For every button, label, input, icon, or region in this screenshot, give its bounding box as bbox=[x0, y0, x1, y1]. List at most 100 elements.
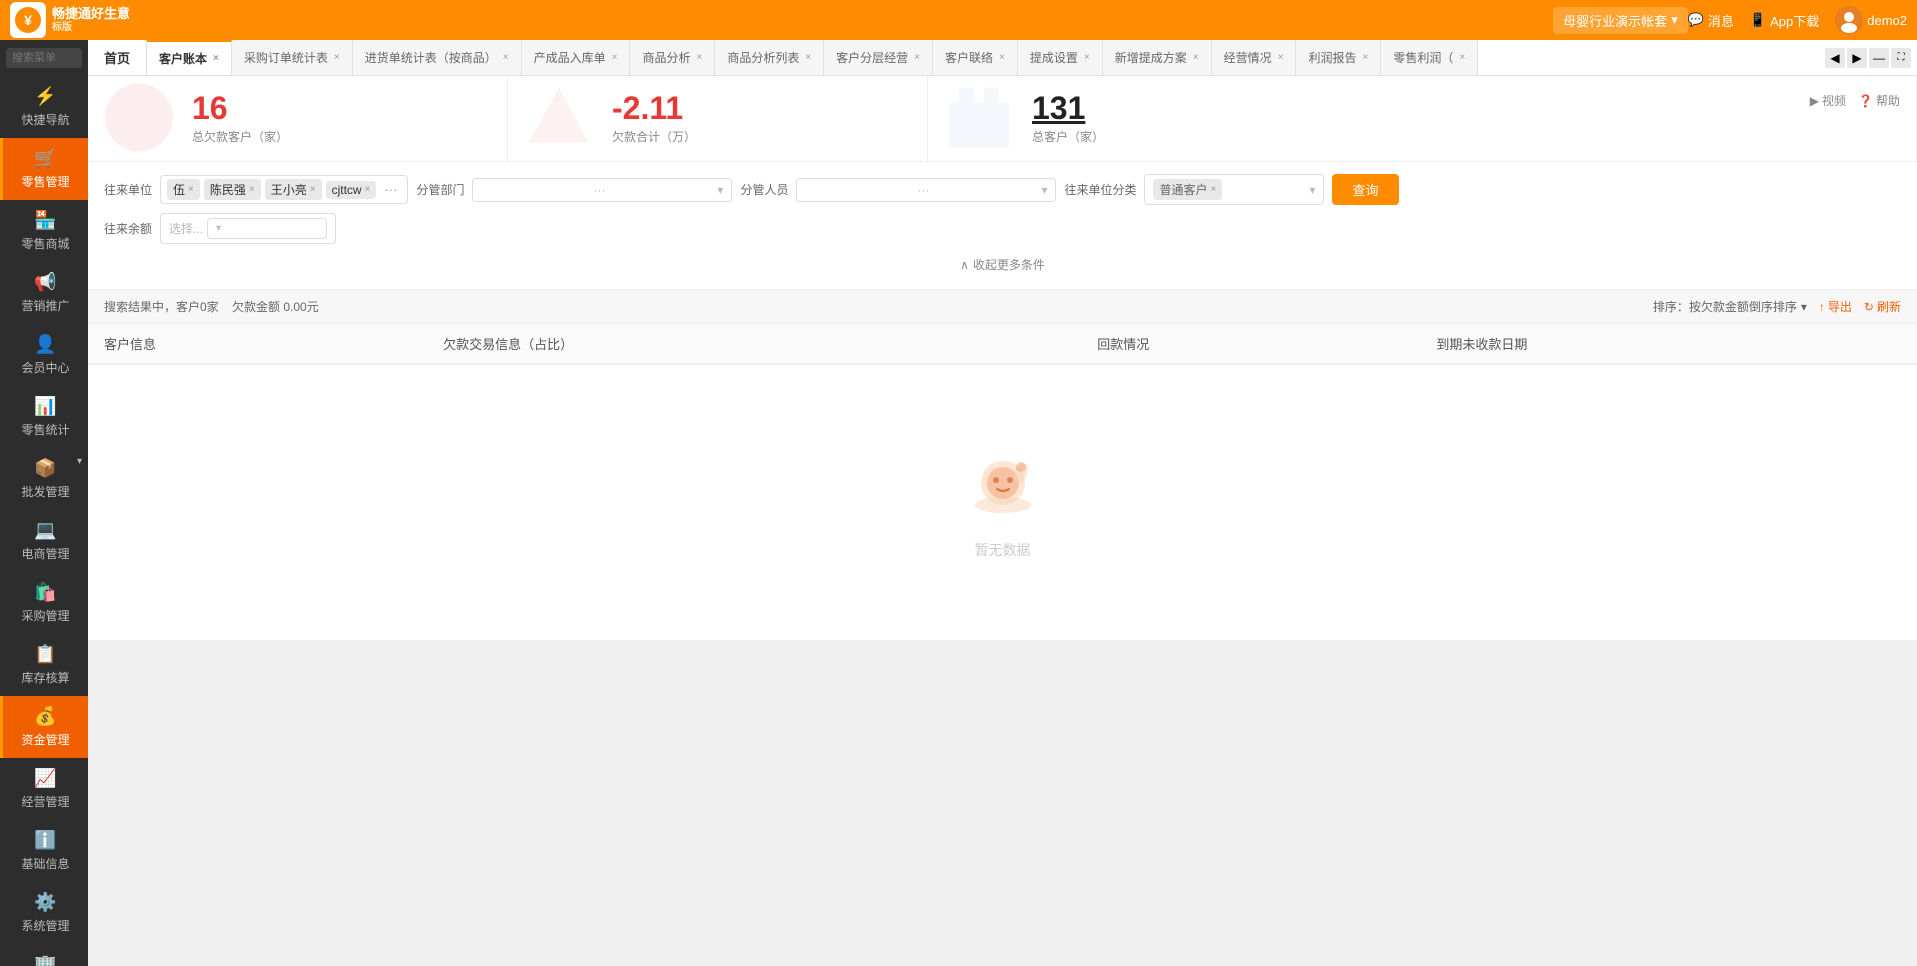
tab-6[interactable]: 客户分层经营 × bbox=[824, 40, 933, 76]
sidebar-item-retailstat[interactable]: 📊 零售统计 bbox=[0, 386, 88, 448]
tab-next-btn[interactable]: ▶ bbox=[1847, 48, 1867, 68]
sidebar-label-inventory: 库存核算 bbox=[21, 669, 69, 686]
tab-5-label: 商品分析列表 bbox=[727, 49, 799, 66]
sort-button[interactable]: 排序：按欠款金额倒序排序 ▾ bbox=[1653, 298, 1807, 315]
tab-7[interactable]: 客户联络 × bbox=[933, 40, 1018, 76]
tab-2-close[interactable]: × bbox=[503, 52, 509, 63]
app-download-btn[interactable]: 📱 App下载 bbox=[1750, 11, 1819, 30]
tab-2[interactable]: 进货单统计表（按商品） × bbox=[353, 40, 522, 76]
tab-5[interactable]: 商品分析列表 × bbox=[715, 40, 824, 76]
tab-4-close[interactable]: × bbox=[696, 52, 702, 63]
tab-12-close[interactable]: × bbox=[1459, 52, 1465, 63]
enterprise-icon: 🏢 bbox=[34, 954, 56, 966]
account-selector[interactable]: 母婴行业演示帐套 ▾ bbox=[1553, 7, 1688, 34]
wholesale-icon: 📦 bbox=[34, 458, 56, 479]
sidebar-item-operations[interactable]: 📈 经营管理 bbox=[0, 758, 88, 820]
tab-1[interactable]: 采购订单统计表 × bbox=[232, 40, 353, 76]
tag-wang-text: 王小亮 bbox=[271, 181, 307, 198]
filter-row-1: 往来单位 伍 × 陈民强 × bbox=[104, 174, 1901, 205]
tab-8-close[interactable]: × bbox=[1084, 52, 1090, 63]
tag-wu-remove[interactable]: × bbox=[188, 184, 194, 195]
help-btn[interactable]: ❓ 帮助 bbox=[1858, 92, 1900, 109]
tag-wang-remove[interactable]: × bbox=[310, 184, 316, 195]
empty-icon bbox=[963, 445, 1043, 525]
balance-select[interactable]: 选择... ▾ bbox=[160, 213, 336, 244]
filter-tags-more[interactable]: ··· bbox=[380, 180, 401, 199]
export-label: 导出 bbox=[1828, 298, 1852, 315]
sidebar-item-quicknav[interactable]: ⚡ 快捷导航 bbox=[0, 76, 88, 138]
tab-maximize-btn[interactable]: ⛶ bbox=[1891, 48, 1911, 68]
filter-area: 往来单位 伍 × 陈民强 × bbox=[88, 162, 1917, 290]
collapse-label: 收起更多条件 bbox=[973, 256, 1045, 273]
tag-cjttcw-remove[interactable]: × bbox=[365, 184, 371, 195]
tab-home[interactable]: 首页 bbox=[88, 40, 147, 76]
tab-4[interactable]: 商品分析 × bbox=[630, 40, 715, 76]
stat-card3-info: 131 总客户（家） bbox=[1032, 92, 1104, 145]
user-profile[interactable]: demo2 bbox=[1835, 6, 1907, 34]
tab-10-close[interactable]: × bbox=[1278, 52, 1284, 63]
person-dropdown[interactable]: ··· ▾ bbox=[796, 178, 1056, 202]
dept-filter-label: 分管部门 bbox=[416, 181, 464, 198]
tab-3[interactable]: 产成品入库单 × bbox=[522, 40, 631, 76]
sidebar-item-ecommerce[interactable]: 💻 电商管理 bbox=[0, 510, 88, 572]
refresh-icon: ↻ bbox=[1864, 300, 1874, 314]
tab-1-close[interactable]: × bbox=[334, 52, 340, 63]
tab-0-close[interactable]: × bbox=[213, 53, 219, 64]
app-download-label: App下载 bbox=[1770, 11, 1819, 30]
sidebar-label-quicknav: 快捷导航 bbox=[21, 111, 69, 128]
dept-arrow: ··· bbox=[593, 183, 605, 197]
tab-11-close[interactable]: × bbox=[1362, 52, 1368, 63]
sidebar-search-container[interactable] bbox=[0, 40, 88, 76]
finance-icon: 💰 bbox=[34, 706, 56, 727]
dept-dropdown[interactable]: ··· ▾ bbox=[472, 178, 732, 202]
tab-minimize-btn[interactable]: — bbox=[1869, 48, 1889, 68]
sidebar-label-system: 系统管理 bbox=[21, 917, 69, 934]
tab-10[interactable]: 经营情况 × bbox=[1212, 40, 1297, 76]
tab-9-label: 新增提成方案 bbox=[1115, 49, 1187, 66]
sidebar-item-marketing[interactable]: 📢 营销推广 bbox=[0, 262, 88, 324]
tab-prev-btn[interactable]: ◀ bbox=[1825, 48, 1845, 68]
unit-filter-tags[interactable]: 伍 × 陈民强 × 王小亮 × bbox=[160, 175, 408, 204]
tab-6-close[interactable]: × bbox=[914, 52, 920, 63]
unit-type-dropdown[interactable]: 普通客户 × ▾ bbox=[1144, 174, 1324, 205]
sidebar-item-purchase[interactable]: 🛍️ 采购管理 bbox=[0, 572, 88, 634]
sidebar-item-retail[interactable]: 🛒 零售管理 bbox=[0, 138, 88, 200]
tab-9-close[interactable]: × bbox=[1193, 52, 1199, 63]
search-input[interactable] bbox=[6, 48, 82, 68]
tab-9[interactable]: 新增提成方案 × bbox=[1103, 40, 1212, 76]
sidebar-item-basic[interactable]: ℹ️ 基础信息 bbox=[0, 820, 88, 882]
page-content: ¥ 16 总欠款客户（家） + bbox=[88, 76, 1917, 966]
sidebar-item-wholesale[interactable]: 📦 批发管理 ▾ bbox=[0, 448, 88, 510]
messages-btn[interactable]: 💬 消息 bbox=[1688, 11, 1734, 30]
stat-debt-customers-label: 总欠款客户（家） bbox=[192, 128, 288, 145]
sidebar-item-finance[interactable]: 💰 资金管理 bbox=[0, 696, 88, 758]
export-button[interactable]: ↑ 导出 bbox=[1819, 298, 1852, 315]
tab-11[interactable]: 利润报告 × bbox=[1296, 40, 1381, 76]
stat-debt-customers-value: 16 bbox=[192, 92, 288, 124]
tab-0[interactable]: 客户账本 × bbox=[147, 40, 232, 76]
tab-5-close[interactable]: × bbox=[805, 52, 811, 63]
sidebar-item-inventory[interactable]: 📋 库存核算 bbox=[0, 634, 88, 696]
stat-total-debt-label: 欠款合计（万） bbox=[612, 128, 696, 145]
person-filter-label: 分管人员 bbox=[740, 181, 788, 198]
unit-type-tag-remove[interactable]: × bbox=[1211, 184, 1217, 195]
tab-8[interactable]: 提成设置 × bbox=[1018, 40, 1103, 76]
filter-tag-chen: 陈民强 × bbox=[204, 179, 261, 200]
video-helper-btn[interactable]: ▶ 视频 bbox=[1810, 92, 1846, 109]
tab-7-close[interactable]: × bbox=[999, 52, 1005, 63]
account-label: 母婴行业演示帐套 bbox=[1563, 11, 1667, 30]
sidebar-item-members[interactable]: 👤 会员中心 bbox=[0, 324, 88, 386]
sidebar-item-shop[interactable]: 🏪 零售商城 bbox=[0, 200, 88, 262]
tab-12[interactable]: 零售利润（ × bbox=[1381, 40, 1478, 76]
refresh-button[interactable]: ↻ 刷新 bbox=[1864, 298, 1901, 315]
collapse-btn[interactable]: ∧ 收起更多条件 bbox=[944, 252, 1061, 277]
unit-type-label: 往来单位分类 bbox=[1064, 181, 1136, 198]
query-button[interactable]: 查询 bbox=[1332, 174, 1398, 205]
tab-3-close[interactable]: × bbox=[612, 52, 618, 63]
sidebar-item-system[interactable]: ⚙️ 系统管理 bbox=[0, 882, 88, 944]
stat-total-customers-label: 总客户（家） bbox=[1032, 128, 1104, 145]
members-icon: 👤 bbox=[34, 334, 56, 355]
basic-icon: ℹ️ bbox=[34, 830, 56, 851]
tag-chen-remove[interactable]: × bbox=[249, 184, 255, 195]
sidebar-item-enterprise[interactable]: 🏢 企业协同 bbox=[0, 944, 88, 966]
